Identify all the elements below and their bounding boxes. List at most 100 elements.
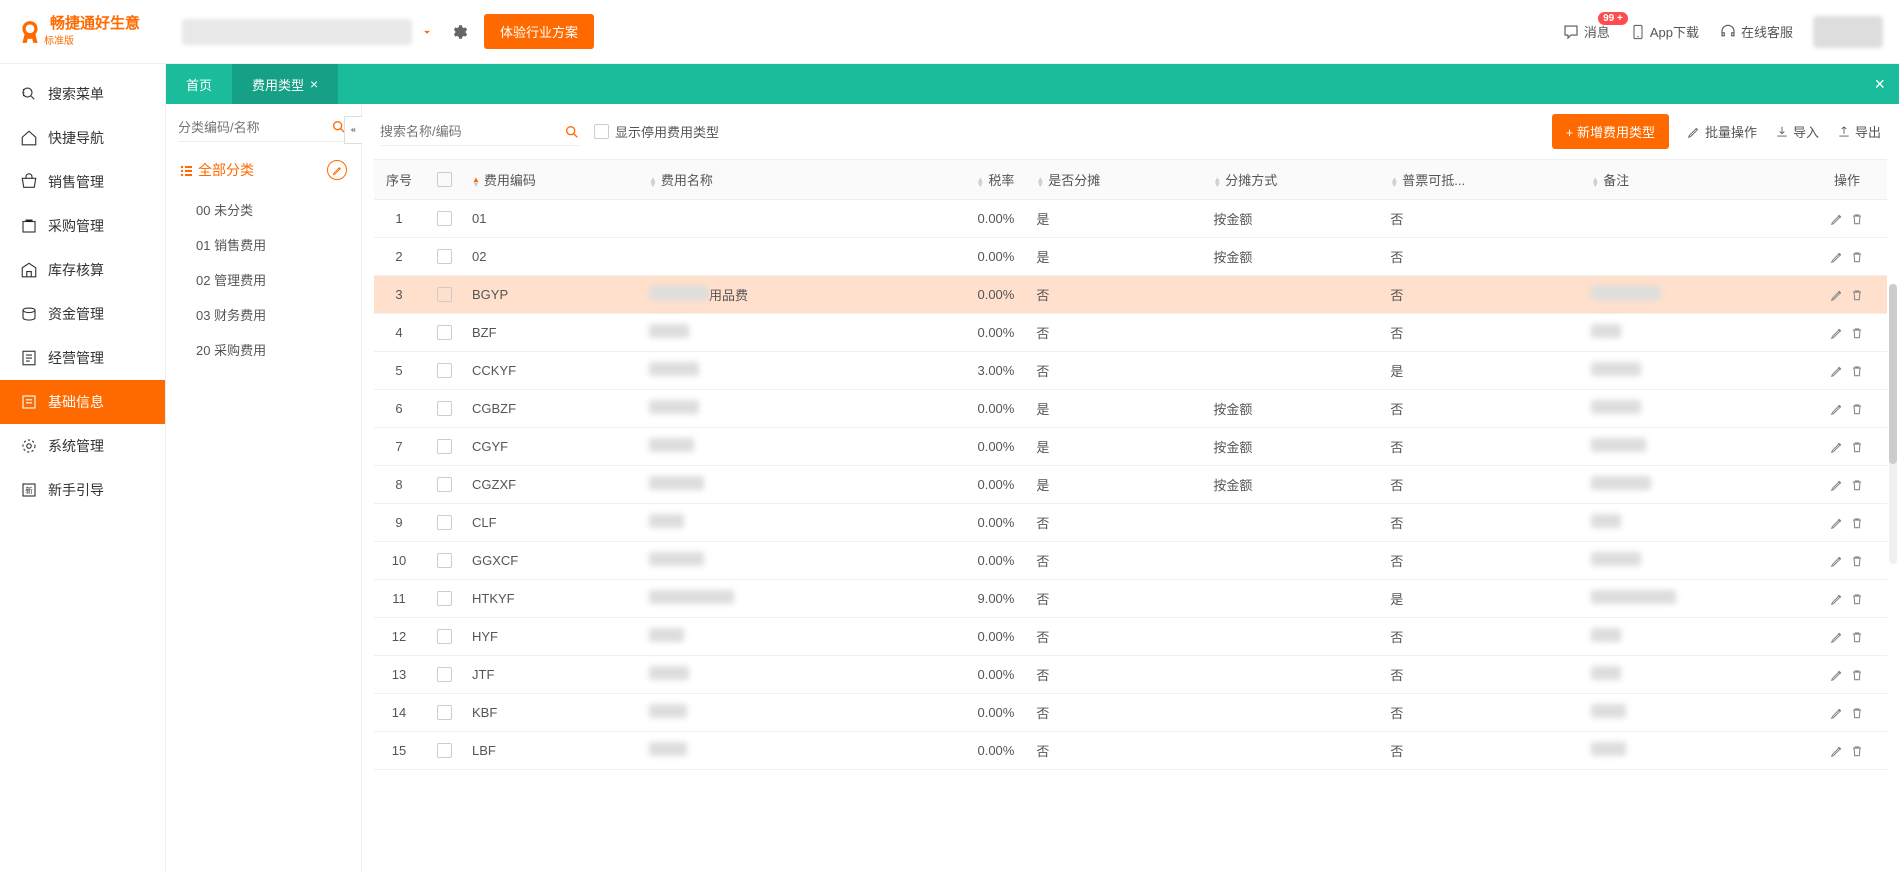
category-item[interactable]: 02 管理费用 — [166, 262, 361, 297]
add-expense-type-button[interactable]: + 新增费用类型 — [1552, 114, 1669, 149]
table-row[interactable]: 15LBF0.00%否否 — [374, 732, 1887, 770]
col-seq[interactable]: 序号 — [374, 160, 424, 200]
category-item[interactable]: 20 采购费用 — [166, 332, 361, 367]
sidebar-item-sales[interactable]: 销售管理 — [0, 160, 165, 204]
table-row[interactable]: 1010.00%是按金额否 — [374, 200, 1887, 238]
edit-icon[interactable] — [1830, 477, 1844, 492]
cell-checkbox[interactable] — [424, 428, 464, 466]
close-icon[interactable]: × — [310, 76, 318, 92]
app-download-link[interactable]: App下载 — [1630, 22, 1699, 41]
org-selector[interactable] — [182, 19, 468, 45]
table-row[interactable]: 8CGZXF0.00%是按金额否 — [374, 466, 1887, 504]
delete-icon[interactable] — [1850, 743, 1864, 758]
sidebar-item-basicinfo[interactable]: 基础信息 — [0, 380, 165, 424]
delete-icon[interactable] — [1850, 439, 1864, 454]
category-item[interactable]: 00 未分类 — [166, 192, 361, 227]
edit-icon[interactable] — [327, 160, 347, 180]
category-item[interactable]: 01 销售费用 — [166, 227, 361, 262]
edit-icon[interactable] — [1830, 667, 1844, 682]
delete-icon[interactable] — [1850, 363, 1864, 378]
gear-icon[interactable] — [450, 23, 468, 41]
tab-expense-type[interactable]: 费用类型 × — [232, 64, 338, 104]
edit-icon[interactable] — [1830, 629, 1844, 644]
col-allocate[interactable]: ▲▼是否分摊 — [1028, 160, 1205, 200]
edit-icon[interactable] — [1830, 553, 1844, 568]
export-link[interactable]: 导出 — [1837, 122, 1881, 141]
col-code[interactable]: ▲▼费用编码 — [464, 160, 641, 200]
delete-icon[interactable] — [1850, 515, 1864, 530]
cell-checkbox[interactable] — [424, 694, 464, 732]
edit-icon[interactable] — [1830, 515, 1844, 530]
sidebar-item-system[interactable]: 系统管理 — [0, 424, 165, 468]
delete-icon[interactable] — [1850, 325, 1864, 340]
delete-icon[interactable] — [1850, 401, 1864, 416]
table-search-input[interactable] — [380, 118, 580, 146]
sidebar-item-inventory[interactable]: 库存核算 — [0, 248, 165, 292]
edit-icon[interactable] — [1830, 591, 1844, 606]
sidebar-item-quicknav[interactable]: 快捷导航 — [0, 116, 165, 160]
table-scroll[interactable]: 序号 ▲▼费用编码 ▲▼费用名称 ▲▼税率 ▲▼是否分摊 ▲▼分摊方式 ▲▼普票… — [362, 159, 1899, 873]
cell-checkbox[interactable] — [424, 200, 464, 238]
batch-action-link[interactable]: 批量操作 — [1687, 122, 1757, 141]
show-disabled-checkbox[interactable]: 显示停用费用类型 — [594, 122, 719, 141]
edit-icon[interactable] — [1830, 439, 1844, 454]
table-row[interactable]: 14KBF0.00%否否 — [374, 694, 1887, 732]
edit-icon[interactable] — [1830, 363, 1844, 378]
cell-checkbox[interactable] — [424, 542, 464, 580]
delete-icon[interactable] — [1850, 667, 1864, 682]
delete-icon[interactable] — [1850, 553, 1864, 568]
scrollbar-thumb[interactable] — [1889, 284, 1897, 464]
sidebar-item-business[interactable]: 经营管理 — [0, 336, 165, 380]
collapse-handle[interactable] — [344, 116, 362, 144]
close-all-tabs[interactable]: × — [1860, 74, 1899, 95]
edit-icon[interactable] — [1830, 249, 1844, 264]
table-row[interactable]: 2020.00%是按金额否 — [374, 238, 1887, 276]
cell-checkbox[interactable] — [424, 466, 464, 504]
table-row[interactable]: 11HTKYF9.00%否是 — [374, 580, 1887, 618]
table-row[interactable]: 9CLF0.00%否否 — [374, 504, 1887, 542]
edit-icon[interactable] — [1830, 211, 1844, 226]
cell-checkbox[interactable] — [424, 352, 464, 390]
col-method[interactable]: ▲▼分摊方式 — [1205, 160, 1382, 200]
col-name[interactable]: ▲▼费用名称 — [641, 160, 896, 200]
col-rate[interactable]: ▲▼税率 — [896, 160, 1029, 200]
cell-checkbox[interactable] — [424, 276, 464, 314]
user-avatar-blurred[interactable] — [1813, 16, 1883, 48]
table-row[interactable]: 13JTF0.00%否否 — [374, 656, 1887, 694]
category-item[interactable]: 03 财务费用 — [166, 297, 361, 332]
category-search-input[interactable] — [178, 114, 349, 142]
delete-icon[interactable] — [1850, 629, 1864, 644]
edit-icon[interactable] — [1830, 401, 1844, 416]
sidebar-item-funds[interactable]: 资金管理 — [0, 292, 165, 336]
edit-icon[interactable] — [1830, 743, 1844, 758]
table-row[interactable]: 7CGYF0.00%是按金额否 — [374, 428, 1887, 466]
cell-checkbox[interactable] — [424, 732, 464, 770]
cell-checkbox[interactable] — [424, 390, 464, 428]
scrollbar[interactable] — [1889, 284, 1897, 564]
table-row[interactable]: 3BGYP用品费0.00%否否 — [374, 276, 1887, 314]
delete-icon[interactable] — [1850, 249, 1864, 264]
col-deductible[interactable]: ▲▼普票可抵... — [1382, 160, 1583, 200]
cell-checkbox[interactable] — [424, 580, 464, 618]
sidebar-item-purchase[interactable]: 采购管理 — [0, 204, 165, 248]
table-row[interactable]: 6CGBZF0.00%是按金额否 — [374, 390, 1887, 428]
table-row[interactable]: 12HYF0.00%否否 — [374, 618, 1887, 656]
tab-home[interactable]: 首页 — [166, 64, 232, 104]
edit-icon[interactable] — [1830, 287, 1844, 302]
table-row[interactable]: 4BZF0.00%否否 — [374, 314, 1887, 352]
cell-checkbox[interactable] — [424, 238, 464, 276]
cell-checkbox[interactable] — [424, 314, 464, 352]
col-remark[interactable]: ▲▼备注 — [1583, 160, 1807, 200]
sidebar-item-guide[interactable]: 新 新手引导 — [0, 468, 165, 512]
delete-icon[interactable] — [1850, 211, 1864, 226]
sidebar-item-search[interactable]: 搜索菜单 — [0, 72, 165, 116]
cell-checkbox[interactable] — [424, 504, 464, 542]
import-link[interactable]: 导入 — [1775, 122, 1819, 141]
col-select-all[interactable] — [424, 160, 464, 200]
delete-icon[interactable] — [1850, 287, 1864, 302]
delete-icon[interactable] — [1850, 705, 1864, 720]
cell-checkbox[interactable] — [424, 656, 464, 694]
delete-icon[interactable] — [1850, 477, 1864, 492]
edit-icon[interactable] — [1830, 325, 1844, 340]
messages-link[interactable]: 消息 99 + — [1562, 22, 1610, 41]
